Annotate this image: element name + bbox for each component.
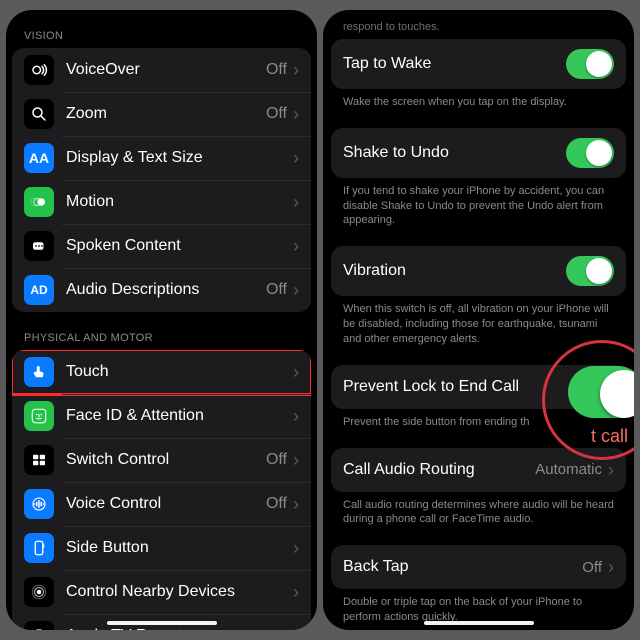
voicectrl-icon <box>24 489 54 519</box>
truncated-top-text: respond to touches. <box>329 14 628 39</box>
row-label: Control Nearby Devices <box>66 583 293 601</box>
row-label: Audio Descriptions <box>66 281 266 299</box>
settings-row-audiodesc[interactable]: AD Audio DescriptionsOff › <box>12 268 311 312</box>
section-header-vision: VISION <box>12 10 311 48</box>
chevron-right-icon: › <box>293 451 299 469</box>
chevron-right-icon: › <box>293 363 299 381</box>
faceid-icon <box>24 401 54 431</box>
row-label: Shake to Undo <box>343 144 566 162</box>
section-header-physical: PHYSICAL AND MOTOR <box>12 312 311 350</box>
row-description: Wake the screen when you tap on the disp… <box>329 89 628 120</box>
settings-row-faceid[interactable]: Face ID & Attention› <box>12 394 311 438</box>
row-label: Motion <box>66 193 293 211</box>
chevron-right-icon: › <box>293 105 299 123</box>
row-label: Side Button <box>66 539 293 557</box>
right-screen: respond to touches. Tap to Wake Wake the … <box>323 10 634 630</box>
physical-group: Touch›Face ID & Attention›Switch Control… <box>12 350 311 630</box>
annotation-text-fragment: t call <box>591 426 628 447</box>
home-indicator[interactable] <box>424 621 534 625</box>
audiodesc-icon: AD <box>24 275 54 305</box>
row-label: Prevent Lock to End Call <box>343 378 566 396</box>
aa-icon: AA <box>24 143 54 173</box>
row-value: Off <box>266 451 287 469</box>
chevron-right-icon: › <box>293 583 299 601</box>
row-label: Spoken Content <box>66 237 293 255</box>
spoken-icon <box>24 231 54 261</box>
row-value: Off <box>582 559 602 576</box>
row-label: Tap to Wake <box>343 55 566 73</box>
setting-row-4[interactable]: Call Audio RoutingAutomatic › <box>331 448 626 492</box>
settings-row-voiceover[interactable]: VoiceOverOff › <box>12 48 311 92</box>
chevron-right-icon: › <box>293 627 299 630</box>
setting-row-2[interactable]: Vibration <box>331 246 626 296</box>
right-scroll[interactable]: respond to touches. Tap to Wake Wake the … <box>323 10 634 630</box>
settings-row-zoom[interactable]: ZoomOff › <box>12 92 311 136</box>
right-sections: Tap to Wake Wake the screen when you tap … <box>329 39 628 630</box>
row-label: Vibration <box>343 262 566 280</box>
row-label: Switch Control <box>66 451 266 469</box>
chevron-right-icon: › <box>293 193 299 211</box>
row-label: VoiceOver <box>66 61 266 79</box>
settings-row-switchctrl[interactable]: Switch ControlOff › <box>12 438 311 482</box>
toggle-switch[interactable] <box>566 138 614 168</box>
toggle-switch[interactable] <box>566 256 614 286</box>
chevron-right-icon: › <box>293 539 299 557</box>
chevron-right-icon: › <box>293 407 299 425</box>
row-value: Off <box>266 281 287 299</box>
zoom-icon <box>24 99 54 129</box>
chevron-right-icon: › <box>608 461 614 479</box>
sidebutton-icon <box>24 533 54 563</box>
row-value: Off <box>266 105 287 123</box>
row-label: Face ID & Attention <box>66 407 293 425</box>
left-screen: VISION VoiceOverOff›ZoomOff›AADisplay & … <box>6 10 317 630</box>
row-description: When this switch is off, all vibration o… <box>329 296 628 357</box>
row-label: Zoom <box>66 105 266 123</box>
row-label: Voice Control <box>66 495 266 513</box>
row-value: Automatic <box>535 461 602 478</box>
setting-row-0[interactable]: Tap to Wake <box>331 39 626 89</box>
row-description: If you tend to shake your iPhone by acci… <box>329 178 628 239</box>
nearby-icon <box>24 577 54 607</box>
switchctrl-icon <box>24 445 54 475</box>
setting-row-1[interactable]: Shake to Undo <box>331 128 626 178</box>
chevron-right-icon: › <box>293 495 299 513</box>
chevron-right-icon: › <box>293 237 299 255</box>
settings-row-spoken[interactable]: Spoken Content› <box>12 224 311 268</box>
appletv-icon <box>24 621 54 630</box>
motion-icon <box>24 187 54 217</box>
row-label: Touch <box>66 363 293 381</box>
left-scroll[interactable]: VISION VoiceOverOff›ZoomOff›AADisplay & … <box>6 10 317 630</box>
toggle-switch[interactable] <box>566 49 614 79</box>
voiceover-icon <box>24 55 54 85</box>
row-value: Off <box>266 495 287 513</box>
row-value: Off <box>266 61 287 79</box>
chevron-right-icon: › <box>293 61 299 79</box>
settings-row-touch[interactable]: Touch› <box>12 350 311 394</box>
chevron-right-icon: › <box>293 281 299 299</box>
touch-icon <box>24 357 54 387</box>
row-label: Display & Text Size <box>66 149 293 167</box>
settings-row-voicectrl[interactable]: Voice ControlOff › <box>12 482 311 526</box>
home-indicator[interactable] <box>107 621 217 625</box>
setting-row-5[interactable]: Back TapOff › <box>331 545 626 589</box>
row-label: Back Tap <box>343 558 582 576</box>
highlighted-toggle-enlarged[interactable] <box>568 366 634 418</box>
chevron-right-icon: › <box>608 558 614 576</box>
settings-row-sidebutton[interactable]: Side Button› <box>12 526 311 570</box>
settings-row-motion[interactable]: Motion› <box>12 180 311 224</box>
vision-group: VoiceOverOff›ZoomOff›AADisplay & Text Si… <box>12 48 311 312</box>
row-label: Call Audio Routing <box>343 461 535 479</box>
row-label: Apple TV Remote <box>66 627 293 630</box>
chevron-right-icon: › <box>293 149 299 167</box>
row-description: Call audio routing determines where audi… <box>329 492 628 538</box>
settings-row-nearby[interactable]: Control Nearby Devices› <box>12 570 311 614</box>
settings-row-aa[interactable]: AA Display & Text Size› <box>12 136 311 180</box>
